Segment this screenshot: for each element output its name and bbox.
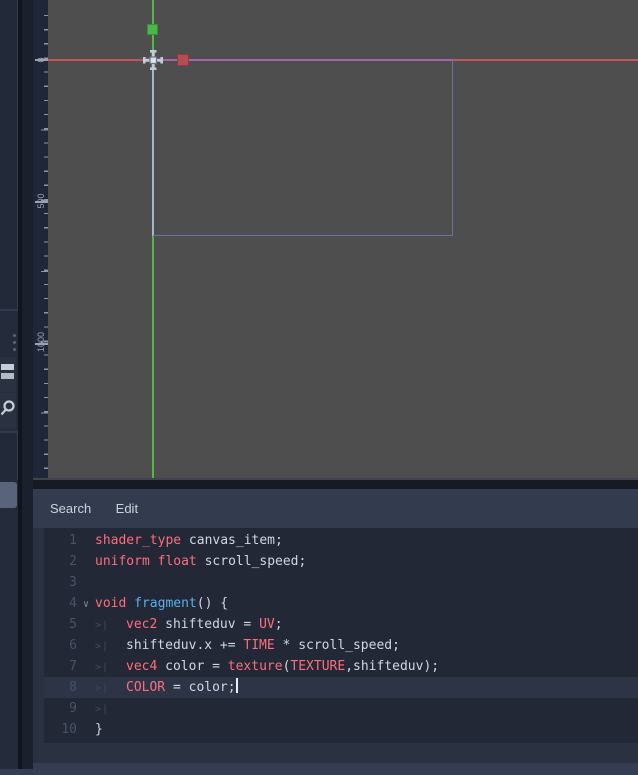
code-editor[interactable]: 1 shader_type canvas_item; 2 uniform float … [44,528,638,743]
ruler-label: 0 [36,57,46,63]
code-token: void [95,596,127,611]
code-token: ,shifteduv); [345,659,440,674]
list-lines-icon [1,364,14,370]
tab-marker-icon: >| [95,662,110,673]
code-text: >| vec2 shifteduv = UV; [95,617,283,632]
code-line[interactable]: 2 uniform float scroll_speed; [44,551,638,572]
line-number: 1 [69,533,77,548]
code-token: * scroll_speed; [274,638,400,653]
line-number: 3 [69,575,77,590]
line-number: 10 [61,722,77,737]
menu-edit[interactable]: Edit [116,489,138,528]
code-token: COLOR [126,680,166,695]
code-token: vec4 [126,659,158,674]
code-token: fragment [134,596,197,611]
code-text: >| shifteduv.x += TIME * scroll_speed; [95,638,400,653]
code-text: shader_type canvas_item; [95,533,283,548]
code-text: >| vec4 color = texture(TEXTURE,shifteduv… [95,659,439,674]
tab-marker-icon: >| [95,683,110,694]
text-caret [235,678,238,693]
code-token: () { [196,596,229,611]
code-token: TEXTURE [290,659,346,674]
line-number: 5 [69,617,77,632]
code-token: UV [259,617,275,632]
code-line[interactable]: 8 >| COLOR = color; [44,677,638,698]
code-token: canvas_item; [181,533,283,548]
code-line[interactable]: 7 >| vec4 color = texture(TEXTURE,shiftedu… [44,656,638,677]
code-line[interactable]: 4 ∨ void fragment() { [44,593,638,614]
origin-gizmo-crosshair-icon[interactable] [142,49,164,71]
code-text: void fragment() { [95,596,228,611]
code-line[interactable]: 9 >| [44,698,638,719]
list-lines-icon [1,373,14,379]
code-line[interactable]: 10} [44,719,638,740]
canvas-area[interactable] [48,0,638,478]
line-number: 6 [69,638,77,653]
left-dock-panel-top [0,0,19,311]
ruler-medium-ticks [41,0,48,478]
code-token: uniform [95,554,150,569]
code-token: color = [157,659,228,674]
red-axis-handle[interactable] [177,54,189,66]
viewport-2d[interactable]: 0 500 1000 [33,0,638,478]
code-token: shifteduv.x += [126,638,244,653]
fold-arrow-icon[interactable]: ∨ [77,594,95,615]
code-token: = color; [165,680,236,695]
shader-menu-bar: Search Edit [33,489,638,528]
code-line[interactable]: 1 shader_type canvas_item; [44,530,638,551]
selection-rect-right-edge [452,60,453,236]
script-list-button[interactable] [0,357,16,392]
dock-gap [22,0,33,769]
code-token: scroll_speed; [196,554,307,569]
tab-marker-icon: >| [95,641,110,652]
code-text: >| COLOR = color; [95,678,238,695]
code-token: TIME [243,638,275,653]
code-token: vec2 [126,617,158,632]
search-icon [0,400,15,416]
bottom-status-bar-left [0,769,33,775]
code-token: float [157,554,197,569]
green-axis-handle[interactable] [147,24,158,35]
selection-rect-top-edge [153,59,453,61]
line-number: 9 [69,701,77,716]
code-token: texture [227,659,283,674]
ruler-label: 500 [36,193,46,209]
code-token: shifteduv = [157,617,260,632]
ruler-label: 1000 [36,331,46,352]
search-button[interactable] [0,393,16,429]
code-line[interactable]: 5 >| vec2 shifteduv = UV; [44,614,638,635]
tab-marker-icon: >| [95,620,110,631]
panel-gap [33,480,638,489]
line-number: 4 [69,596,77,611]
line-number: 2 [69,554,77,569]
code-token: ; [274,617,283,632]
code-line[interactable]: 6 >| shifteduv.x += TIME * scroll_speed; [44,635,638,656]
selection-rect-bottom-edge [153,235,453,236]
code-token: } [95,722,103,737]
code-text: uniform float scroll_speed; [95,554,306,569]
vertical-ruler: 0 500 1000 [33,0,48,478]
panel-toggle-button[interactable] [0,482,17,508]
line-number: 8 [69,680,77,695]
code-text: } [95,722,103,737]
godot-editor: 0 500 1000 Search Edit 1 shader_type can… [0,0,638,775]
shader-editor-panel: Search Edit 1 shader_type canvas_item; 2 un… [33,489,638,763]
line-number: 7 [69,659,77,674]
code-line[interactable]: 3 [44,572,638,593]
tab-marker-icon: >| [95,704,110,715]
code-token: shader_type [95,533,182,548]
menu-search[interactable]: Search [50,489,91,528]
selection-rect-left-edge [152,60,154,236]
drag-handle-dots-icon[interactable] [11,334,17,354]
code-text: >| [95,701,126,716]
bottom-status-bar [33,763,638,775]
left-dock-panel-bottom [0,431,19,480]
